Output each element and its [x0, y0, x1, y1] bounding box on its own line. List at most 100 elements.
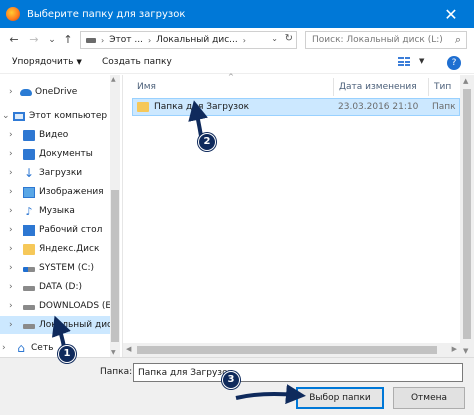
- chevron-right-icon[interactable]: ›: [9, 244, 17, 254]
- back-button[interactable]: ←: [6, 32, 22, 48]
- organize-button[interactable]: Упорядочить ▼: [12, 57, 82, 67]
- breadcrumb-this-pc[interactable]: Этот ...: [109, 35, 143, 45]
- arrow-up-icon: ↑: [63, 33, 73, 46]
- chevron-right-icon[interactable]: ›: [9, 320, 17, 330]
- tree-item-label: DATA (D:): [39, 282, 83, 292]
- annotation-badge-1: 1: [58, 345, 76, 363]
- scrollbar-thumb[interactable]: [137, 346, 437, 354]
- column-date-modified[interactable]: Дата изменения: [339, 75, 429, 99]
- navigation-scrollbar[interactable]: ▲ ▼: [110, 75, 120, 357]
- tree-item-video[interactable]: › Видео: [0, 126, 110, 144]
- network-icon: ⌂: [17, 340, 25, 355]
- file-type: Папк: [432, 102, 456, 112]
- select-folder-button[interactable]: Выбор папки: [296, 387, 384, 409]
- tree-item-this-pc[interactable]: ⌄ Этот компьютер: [0, 107, 110, 125]
- firefox-icon: [6, 7, 20, 21]
- chevron-right-icon[interactable]: ›: [9, 225, 17, 235]
- tree-item-network[interactable]: › ⌂ Сеть: [0, 339, 110, 357]
- search-icon: ⌕: [454, 33, 461, 46]
- tree-item-downloads-drive[interactable]: › DOWNLOADS (E: [0, 297, 110, 315]
- breadcrumb-local-disk[interactable]: Локальный дис...: [156, 35, 238, 45]
- chevron-right-icon[interactable]: ›: [9, 206, 17, 216]
- onedrive-icon: [20, 89, 32, 96]
- breadcrumb-separator: ›: [147, 35, 152, 45]
- organize-label: Упорядочить: [12, 57, 74, 67]
- tree-item-label: Сеть: [31, 343, 54, 353]
- caret-down-icon: ▼: [76, 58, 82, 66]
- computer-icon: [13, 111, 25, 121]
- tree-item-label: Локальный дис: [39, 320, 110, 330]
- chevron-right-icon[interactable]: ›: [9, 263, 17, 273]
- navigation-bar: ← → ⌄ ↑ › Этот ... › Локальный дис... › …: [0, 28, 474, 52]
- annotation-badge-3: 3: [222, 371, 240, 389]
- arrow-left-icon: ←: [9, 33, 19, 46]
- refresh-icon[interactable]: ↻: [285, 33, 293, 44]
- drive-icon: [23, 305, 35, 310]
- new-folder-button[interactable]: Создать папку: [102, 57, 172, 67]
- tree-item-data-drive[interactable]: › DATA (D:): [0, 278, 110, 296]
- tree-item-pictures[interactable]: › Изображения: [0, 183, 110, 201]
- chevron-down-icon[interactable]: ⌄: [2, 111, 10, 121]
- navigation-pane: › OneDrive ⌄ Этот компьютер › Видео › До…: [0, 75, 122, 357]
- scroll-left-icon[interactable]: ◀: [126, 345, 131, 353]
- recent-locations-button[interactable]: ⌄: [44, 32, 60, 48]
- address-bar[interactable]: › Этот ... › Локальный дис... › ⌄ ↻: [80, 31, 297, 49]
- chevron-right-icon[interactable]: ›: [2, 343, 10, 353]
- arrow-right-icon: →: [29, 33, 39, 46]
- scroll-up-icon[interactable]: ▲: [111, 76, 116, 83]
- chevron-right-icon[interactable]: ›: [9, 301, 17, 311]
- command-bar: Упорядочить ▼ Создать папку ▼ ?: [0, 52, 474, 74]
- folder-label: Папка:: [100, 367, 133, 377]
- tree-item-documents[interactable]: › Документы: [0, 145, 110, 163]
- address-dropdown-icon[interactable]: ⌄: [271, 34, 278, 43]
- column-divider[interactable]: [428, 78, 429, 96]
- help-icon[interactable]: ?: [447, 56, 461, 70]
- tree-item-label: Видео: [39, 130, 69, 140]
- scroll-right-icon[interactable]: ▶: [452, 345, 457, 353]
- tree-item-onedrive[interactable]: › OneDrive: [0, 83, 110, 101]
- drive-icon: [86, 37, 96, 43]
- scroll-down-icon[interactable]: ▼: [463, 347, 468, 355]
- column-divider[interactable]: [333, 78, 334, 96]
- scrollbar-thumb[interactable]: [463, 89, 471, 339]
- scroll-up-icon[interactable]: ▲: [463, 77, 468, 85]
- file-row[interactable]: Папка для Загрузок 23.03.2016 21:10 Папк: [132, 98, 460, 116]
- chevron-right-icon[interactable]: ›: [9, 187, 17, 197]
- tree-item-yandex-disk[interactable]: › Яндекс.Диск: [0, 240, 110, 258]
- close-button[interactable]: ✕: [428, 0, 474, 28]
- search-placeholder: Поиск: Локальный диск (L:): [312, 35, 443, 45]
- tree-item-label: OneDrive: [35, 87, 78, 97]
- view-dropdown-icon[interactable]: ▼: [419, 57, 424, 65]
- chevron-right-icon[interactable]: ›: [9, 87, 17, 97]
- tree-item-system-drive[interactable]: › SYSTEM (C:): [0, 259, 110, 277]
- up-button[interactable]: ↑: [60, 32, 76, 48]
- search-input[interactable]: Поиск: Локальный диск (L:) ⌕: [305, 31, 467, 49]
- system-drive-icon: [23, 267, 35, 272]
- annotation-badge-2: 2: [198, 133, 216, 151]
- tree-item-music[interactable]: › ♪ Музыка: [0, 202, 110, 220]
- forward-button[interactable]: →: [26, 32, 42, 48]
- music-icon: ♪: [25, 204, 33, 218]
- scrollbar-thumb[interactable]: [111, 190, 119, 342]
- chevron-down-icon: ⌄: [48, 35, 56, 45]
- column-name[interactable]: Имя: [137, 75, 337, 99]
- folder-name-input[interactable]: [133, 363, 463, 382]
- tree-item-local-disk[interactable]: › Локальный дис: [0, 316, 110, 334]
- file-list: ^ Имя Дата изменения Тип Папка для Загру…: [123, 73, 460, 357]
- chevron-right-icon[interactable]: ›: [9, 282, 17, 292]
- tree-item-desktop[interactable]: › Рабочий стол: [0, 221, 110, 239]
- cancel-button[interactable]: Отмена: [393, 387, 465, 409]
- chevron-right-icon[interactable]: ›: [9, 149, 17, 159]
- tree-item-downloads[interactable]: › ↓ Загрузки: [0, 164, 110, 182]
- column-type[interactable]: Тип: [434, 75, 460, 99]
- file-list-vertical-scrollbar[interactable]: ▲ ▼: [460, 75, 474, 357]
- chevron-right-icon[interactable]: ›: [9, 130, 17, 140]
- documents-folder-icon: [23, 148, 35, 160]
- downloads-icon: ↓: [23, 165, 35, 180]
- file-list-horizontal-scrollbar[interactable]: ◀ ▶: [123, 343, 460, 357]
- file-date: 23.03.2016 21:10: [338, 102, 419, 112]
- breadcrumb-separator: ›: [101, 35, 105, 45]
- chevron-right-icon[interactable]: ›: [9, 168, 17, 178]
- view-options-icon[interactable]: [398, 57, 410, 67]
- scroll-down-icon[interactable]: ▼: [111, 349, 116, 356]
